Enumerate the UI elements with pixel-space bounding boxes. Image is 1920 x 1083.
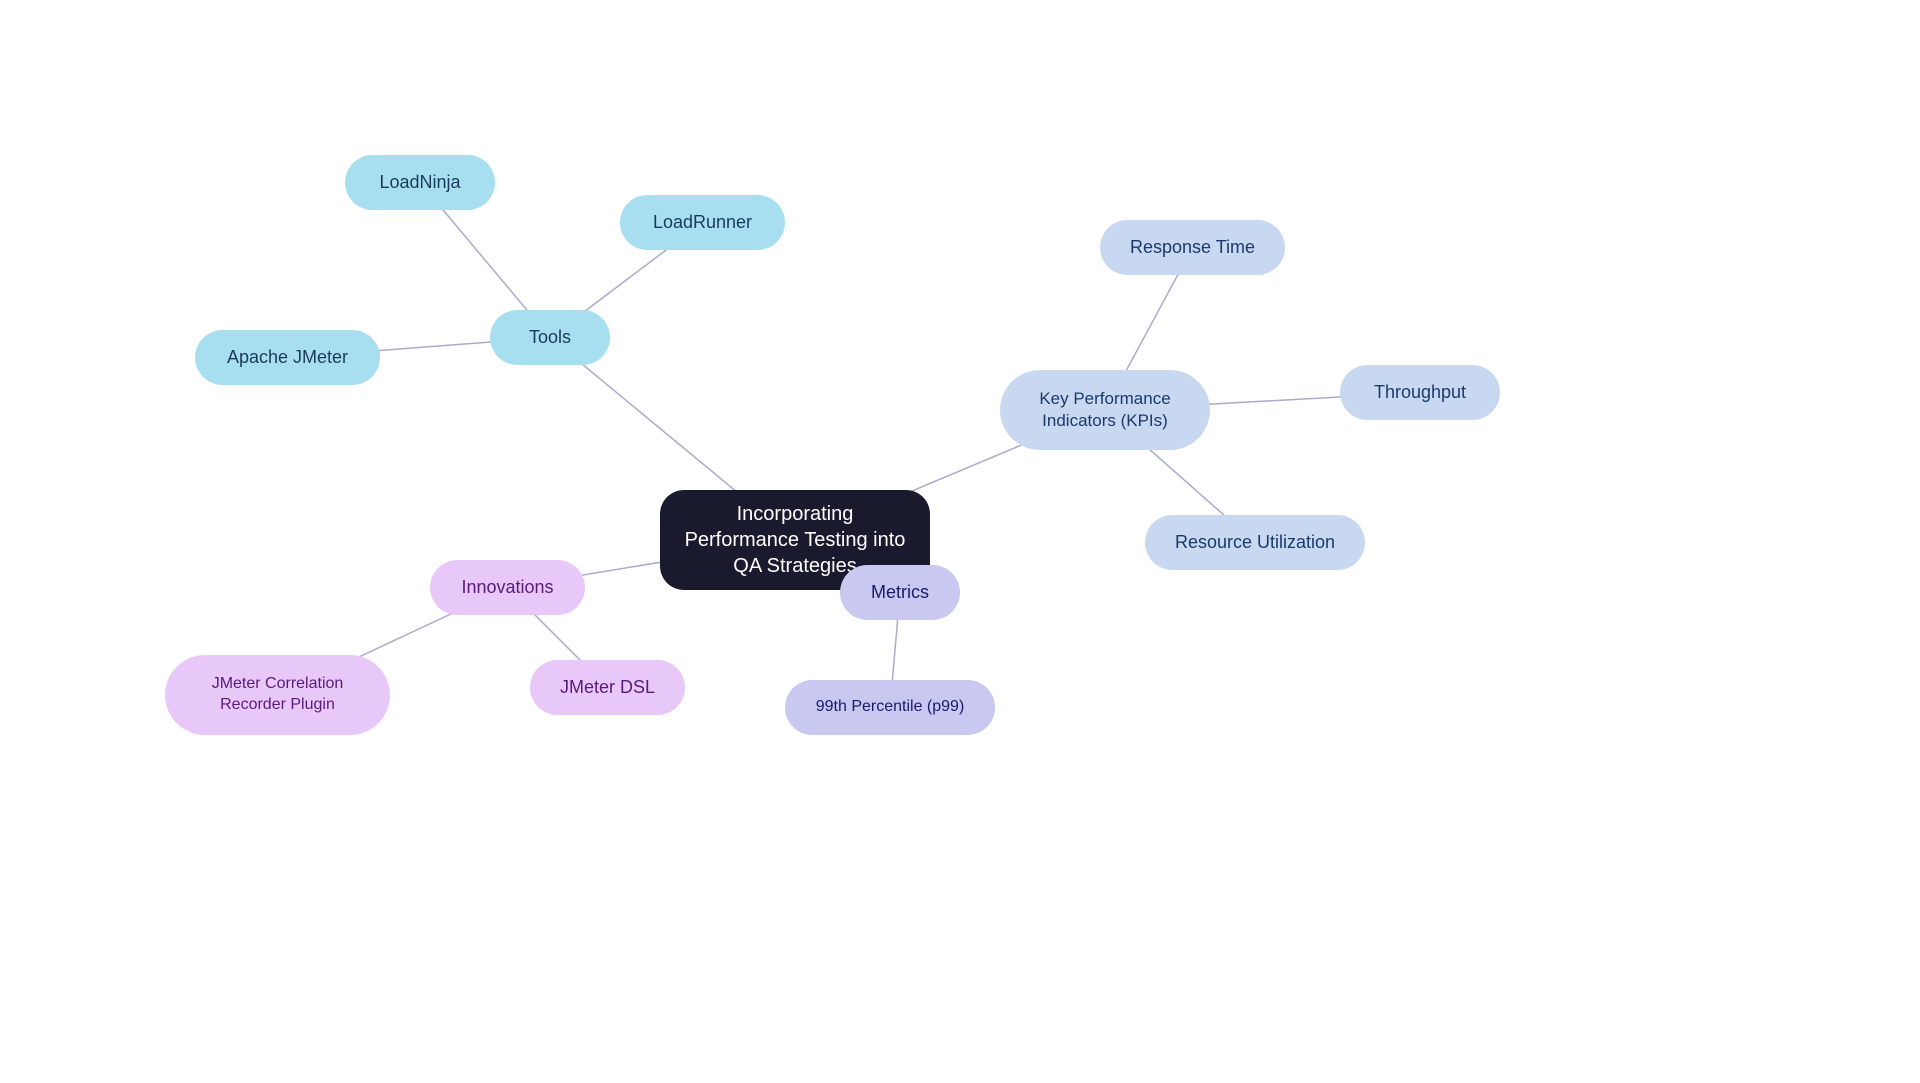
innovations-node[interactable]: Innovations: [430, 560, 585, 615]
jmeterdsl-node[interactable]: JMeter DSL: [530, 660, 685, 715]
responsetime-node[interactable]: Response Time: [1100, 220, 1285, 275]
tools-node[interactable]: Tools: [490, 310, 610, 365]
resourceutil-node[interactable]: Resource Utilization: [1145, 515, 1365, 570]
jmetercorr-node[interactable]: JMeter Correlation Recorder Plugin: [165, 655, 390, 735]
metrics-node[interactable]: Metrics: [840, 565, 960, 620]
p99-node[interactable]: 99th Percentile (p99): [785, 680, 995, 735]
loadrunner-node[interactable]: LoadRunner: [620, 195, 785, 250]
loadninja-node[interactable]: LoadNinja: [345, 155, 495, 210]
kpis-node[interactable]: Key Performance Indicators (KPIs): [1000, 370, 1210, 450]
throughput-node[interactable]: Throughput: [1340, 365, 1500, 420]
apachejmeter-node[interactable]: Apache JMeter: [195, 330, 380, 385]
